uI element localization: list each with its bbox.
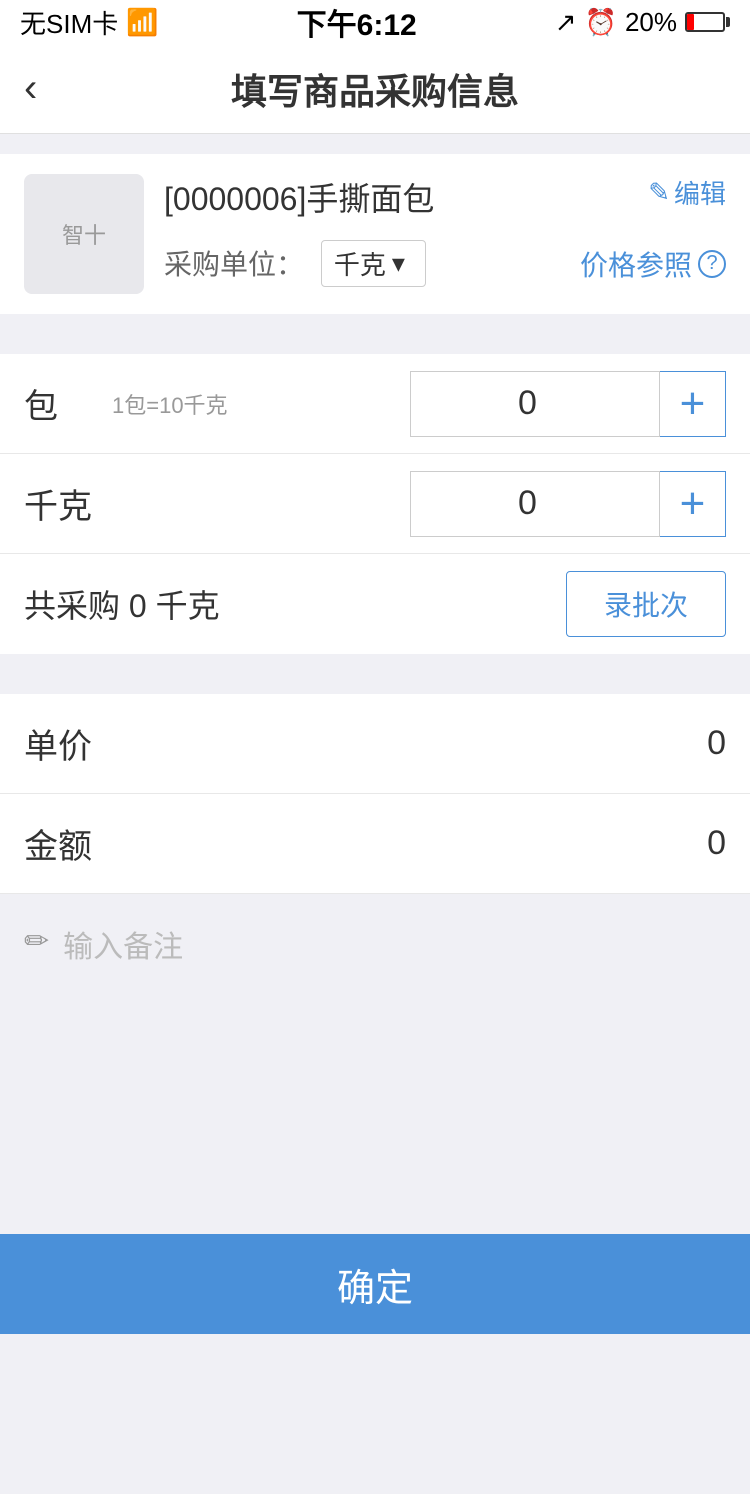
notes-placeholder: 输入备注: [63, 922, 183, 966]
battery-percent: 20%: [625, 7, 677, 38]
page-title: 填写商品采购信息: [231, 63, 519, 115]
wifi-icon: 📶: [126, 7, 158, 38]
kg-label: 千克: [24, 479, 104, 528]
status-bar: 无SIM卡 📶 下午6:12 ↗ ⏰ 20%: [0, 0, 750, 44]
kg-row: 千克 +: [0, 454, 750, 554]
dropdown-arrow-icon: ▾: [392, 248, 405, 279]
product-name: [0000006]手撕面包: [164, 174, 434, 220]
edit-button[interactable]: ✎ 编辑: [648, 174, 726, 211]
mid-divider-2: [0, 654, 750, 674]
unit-selector[interactable]: 采购单位： 千克 ▾: [164, 240, 426, 287]
kg-controls: +: [410, 471, 726, 537]
unit-price-row: 单价 0: [0, 694, 750, 794]
battery-icon: [685, 12, 730, 32]
notes-section[interactable]: ✏ 输入备注: [0, 894, 750, 1094]
product-card: 智十 [0000006]手撕面包 ✎ 编辑 采购单位： 千克 ▾ 价格参照 ?: [0, 154, 750, 314]
bao-row: 包 1包=10千克 +: [0, 354, 750, 454]
status-bar-time: 下午6:12: [297, 0, 417, 44]
notes-icon: ✏: [24, 924, 49, 959]
form-section: 包 1包=10千克 + 千克 + 共采购 0 千克 录批次: [0, 354, 750, 654]
kg-input[interactable]: [410, 471, 660, 537]
confirm-button[interactable]: 确定: [0, 1234, 750, 1334]
unit-dropdown[interactable]: 千克 ▾: [321, 240, 426, 287]
kg-plus-button[interactable]: +: [660, 471, 726, 537]
price-ref-button[interactable]: 价格参照 ?: [580, 244, 726, 284]
batch-button[interactable]: 录批次: [566, 571, 726, 637]
summary-text: 共采购 0 千克: [24, 581, 220, 627]
edit-label: 编辑: [674, 174, 726, 211]
top-divider: [0, 134, 750, 154]
alarm-icon: ⏰: [585, 7, 617, 38]
price-ref-help-icon: ?: [698, 250, 726, 278]
bao-input[interactable]: [410, 371, 660, 437]
edit-icon: ✎: [648, 177, 670, 208]
unit-value: 千克: [334, 245, 386, 282]
product-header: [0000006]手撕面包 ✎ 编辑: [164, 174, 726, 220]
bao-controls: +: [410, 371, 726, 437]
amount-label: 金额: [24, 819, 92, 868]
confirm-label: 确定: [337, 1257, 413, 1312]
status-bar-left: 无SIM卡 📶: [20, 4, 159, 41]
amount-value: 0: [707, 824, 726, 863]
carrier-text: 无SIM卡: [20, 4, 118, 41]
product-image-text: 智十: [62, 218, 106, 250]
summary-amount: 0: [129, 588, 147, 624]
price-ref-label: 价格参照: [580, 244, 692, 284]
product-image: 智十: [24, 174, 144, 294]
bao-hint: 1包=10千克: [112, 388, 228, 420]
unit-price-value: 0: [707, 724, 726, 763]
unit-price-label: 单价: [24, 719, 92, 768]
summary-unit: 千克: [156, 588, 220, 624]
price-info-section: 单价 0 金额 0: [0, 694, 750, 894]
product-unit-row: 采购单位： 千克 ▾ 价格参照 ?: [164, 240, 726, 287]
location-icon: ↗: [555, 7, 577, 38]
nav-bar: ‹ 填写商品采购信息: [0, 44, 750, 134]
bao-plus-button[interactable]: +: [660, 371, 726, 437]
bao-label: 包: [24, 379, 104, 428]
amount-row: 金额 0: [0, 794, 750, 894]
summary-label: 共采购: [24, 588, 120, 624]
unit-label: 采购单位：: [164, 249, 304, 280]
mid-divider-1: [0, 314, 750, 334]
back-button[interactable]: ‹: [24, 66, 37, 111]
product-info: [0000006]手撕面包 ✎ 编辑 采购单位： 千克 ▾ 价格参照 ?: [164, 174, 726, 287]
summary-row: 共采购 0 千克 录批次: [0, 554, 750, 654]
status-bar-right: ↗ ⏰ 20%: [555, 7, 730, 38]
